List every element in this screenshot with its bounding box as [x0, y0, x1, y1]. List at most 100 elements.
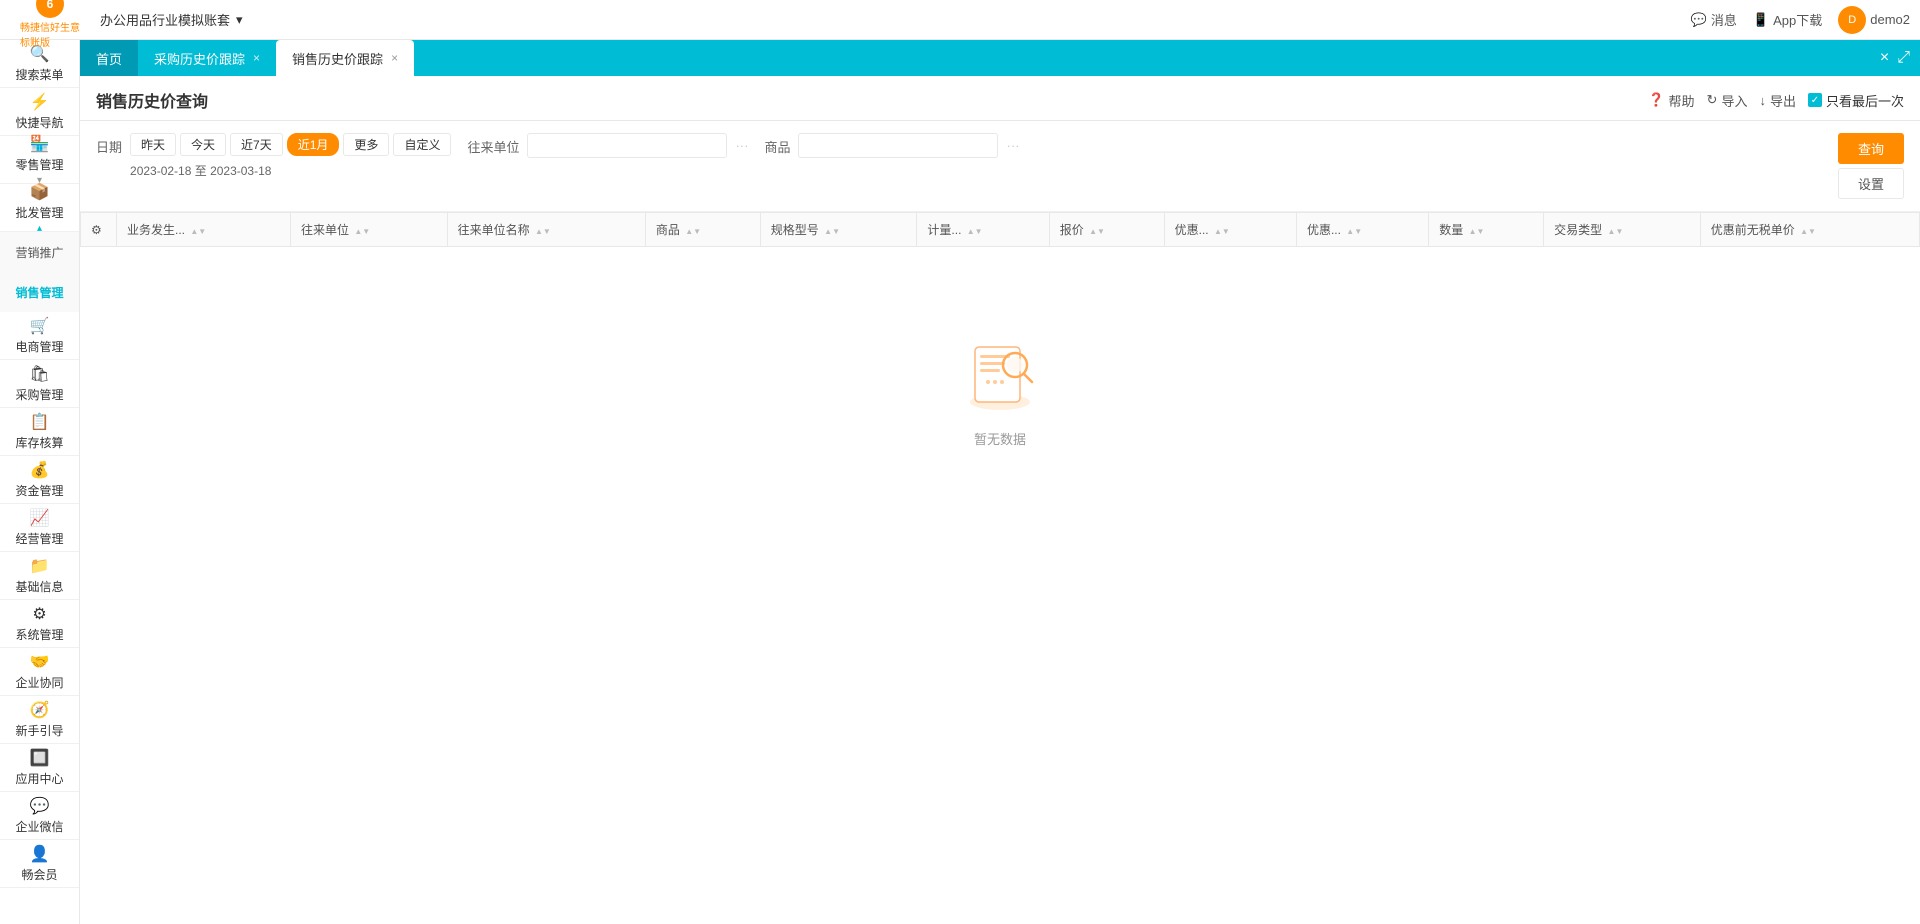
sort-arrows-trade-type: ▲▼ — [1608, 227, 1624, 236]
sidebar-item-system[interactable]: ⚙ 系统管理 — [0, 600, 79, 648]
sidebar-item-inventory[interactable]: 📋 库存核算 — [0, 408, 79, 456]
finance-icon: 💰 — [30, 460, 50, 480]
page-title: 销售历史价查询 — [96, 88, 208, 112]
ecommerce-icon: 🛒 — [30, 316, 50, 336]
tab-home-label: 首页 — [96, 49, 122, 68]
export-button[interactable]: ↓ 导出 — [1759, 91, 1796, 110]
date-btn-yesterday[interactable]: 昨天 — [130, 133, 176, 156]
chevron-up-icon: ▴ — [37, 223, 42, 234]
th-spec[interactable]: 规格型号 ▲▼ — [760, 213, 917, 247]
message-button[interactable]: 💬 消息 — [1691, 10, 1737, 29]
sidebar-item-ecommerce[interactable]: 🛒 电商管理 — [0, 312, 79, 360]
query-button[interactable]: 查询 — [1838, 133, 1904, 164]
sort-arrows-unit: ▲▼ — [967, 227, 983, 236]
main-content: 销售历史价查询 ❓ 帮助 ↻ 导入 ↓ 导出 ✓ 只看最后一次 — [80, 76, 1920, 924]
system-icon: ⚙ — [32, 604, 46, 624]
th-gear[interactable]: ⚙ — [81, 213, 117, 247]
guide-icon: 🧭 — [30, 700, 50, 720]
product-dots[interactable]: ··· — [1006, 138, 1019, 153]
avatar: D — [1838, 6, 1866, 34]
th-partner-code[interactable]: 往来单位 ▲▼ — [290, 213, 447, 247]
help-icon: ❓ — [1648, 92, 1664, 108]
expand-button[interactable]: ⤢ — [1897, 49, 1910, 67]
avatar-text: D — [1848, 14, 1856, 26]
date-btn-more[interactable]: 更多 — [343, 133, 389, 156]
sidebar-item-guide[interactable]: 🧭 新手引导 — [0, 696, 79, 744]
page-header: 销售历史价查询 ❓ 帮助 ↻ 导入 ↓ 导出 ✓ 只看最后一次 — [80, 76, 1920, 121]
settings-button[interactable]: 设置 — [1838, 168, 1904, 199]
basic-icon: 📁 — [30, 556, 50, 576]
tabbar-actions: × ⤢ — [1880, 49, 1920, 67]
operations-icon: 📈 — [30, 508, 50, 528]
page-content: 销售历史价查询 ❓ 帮助 ↻ 导入 ↓ 导出 ✓ 只看最后一次 — [80, 76, 1920, 924]
topbar-center: 办公用品行业模拟账套 ▾ — [90, 10, 1691, 29]
partner-input[interactable] — [527, 133, 727, 158]
export-icon: ↓ — [1759, 93, 1766, 108]
help-button[interactable]: ❓ 帮助 — [1648, 91, 1694, 110]
sidebar-item-retail[interactable]: 🏪 零售管理 ▾ — [0, 136, 79, 184]
filter-bar: 日期 昨天 今天 近7天 近1月 更多 自定义 2023-02-18 至 202… — [80, 121, 1920, 212]
th-unit[interactable]: 计量... ▲▼ — [917, 213, 1049, 247]
apps-icon: 🔲 — [30, 748, 50, 768]
th-product[interactable]: 商品 ▲▼ — [645, 213, 760, 247]
sidebar-item-apps[interactable]: 🔲 应用中心 — [0, 744, 79, 792]
th-discount2[interactable]: 优惠... ▲▼ — [1296, 213, 1428, 247]
sidebar-item-basic[interactable]: 📁 基础信息 — [0, 552, 79, 600]
th-pretax-price[interactable]: 优惠前无税单价 ▲▼ — [1700, 213, 1919, 247]
date-btn-today[interactable]: 今天 — [180, 133, 226, 156]
partner-input-group: ··· — [527, 133, 748, 158]
tab-purchase-label: 采购历史价跟踪 — [154, 49, 245, 68]
tab-purchase[interactable]: 采购历史价跟踪 × — [138, 40, 276, 76]
th-discount1[interactable]: 优惠... ▲▼ — [1164, 213, 1296, 247]
only-last-checkbox-label[interactable]: ✓ 只看最后一次 — [1808, 91, 1904, 110]
sidebar-item-purchase[interactable]: 🛍 采购管理 — [0, 360, 79, 408]
th-partner-name[interactable]: 往来单位名称 ▲▼ — [447, 213, 645, 247]
download-icon: 📱 — [1753, 12, 1769, 28]
date-range-display: 2023-02-18 至 2023-03-18 — [130, 162, 451, 179]
date-btn-custom[interactable]: 自定义 — [393, 133, 451, 156]
product-filter-label: 商品 — [764, 133, 790, 156]
purchase-icon: 🛍 — [29, 364, 49, 384]
user-menu[interactable]: D demo2 — [1838, 6, 1910, 34]
sidebar-item-operations[interactable]: 📈 经营管理 — [0, 504, 79, 552]
account-dropdown[interactable]: 办公用品行业模拟账套 ▾ — [100, 10, 243, 29]
sidebar-item-enterprise[interactable]: 🤝 企业协同 — [0, 648, 79, 696]
tab-sales[interactable]: 销售历史价跟踪 × — [276, 40, 414, 76]
chevron-down-icon: ▾ — [236, 12, 243, 28]
page-header-actions: ❓ 帮助 ↻ 导入 ↓ 导出 ✓ 只看最后一次 — [1648, 91, 1904, 110]
topbar: 6 畅捷信好生意 标账版 办公用品行业模拟账套 ▾ 💬 消息 📱 App下载 D… — [0, 0, 1920, 40]
sidebar-item-marketing[interactable]: 营销推广 — [0, 232, 79, 272]
th-trade-type[interactable]: 交易类型 ▲▼ — [1544, 213, 1701, 247]
only-last-checkbox[interactable]: ✓ — [1808, 93, 1822, 107]
tab-sales-close[interactable]: × — [391, 51, 398, 65]
wechat-icon: 💬 — [30, 796, 50, 816]
th-quantity[interactable]: 数量 ▲▼ — [1429, 213, 1544, 247]
logo-icon: 6 — [36, 0, 64, 18]
sidebar-item-finance[interactable]: 💰 资金管理 — [0, 456, 79, 504]
data-table: ⚙ 业务发生... ▲▼ 往来单位 ▲▼ 往来单位名称 ▲▼ — [80, 212, 1920, 247]
empty-state: 暂无数据 — [80, 247, 1920, 528]
date-filter-group: 日期 昨天 今天 近7天 近1月 更多 自定义 2023-02-18 至 202… — [96, 133, 451, 179]
partner-dots[interactable]: ··· — [735, 138, 748, 153]
sort-arrows-quoted-price: ▲▼ — [1089, 227, 1105, 236]
date-btn-last1m[interactable]: 近1月 — [287, 133, 340, 156]
gear-icon[interactable]: ⚙ — [91, 223, 102, 237]
th-quoted-price[interactable]: 报价 ▲▼ — [1049, 213, 1164, 247]
sidebar-item-sales-mgmt[interactable]: 销售管理 — [0, 272, 79, 312]
sidebar-item-wholesale[interactable]: 📦 批发管理 ▴ — [0, 184, 79, 232]
tab-purchase-close[interactable]: × — [253, 51, 260, 65]
brand-name: 畅捷信好生意 标账版 — [20, 19, 80, 49]
app-download-button[interactable]: 📱 App下载 — [1753, 10, 1822, 29]
shortcut-icon: ⚡ — [30, 92, 50, 112]
partner-filter-label: 往来单位 — [467, 133, 519, 156]
import-button[interactable]: ↻ 导入 — [1707, 91, 1748, 110]
sidebar-item-shortcut[interactable]: ⚡ 快捷导航 — [0, 88, 79, 136]
sidebar-item-wechat[interactable]: 💬 企业微信 — [0, 792, 79, 840]
close-all-button[interactable]: × — [1880, 49, 1889, 67]
date-btn-last7[interactable]: 近7天 — [230, 133, 283, 156]
empty-icon — [950, 327, 1050, 417]
th-biz-date[interactable]: 业务发生... ▲▼ — [117, 213, 291, 247]
app-logo: 6 畅捷信好生意 标账版 — [10, 0, 90, 49]
product-input[interactable] — [798, 133, 998, 158]
sidebar-item-member[interactable]: 👤 畅会员 — [0, 840, 79, 888]
